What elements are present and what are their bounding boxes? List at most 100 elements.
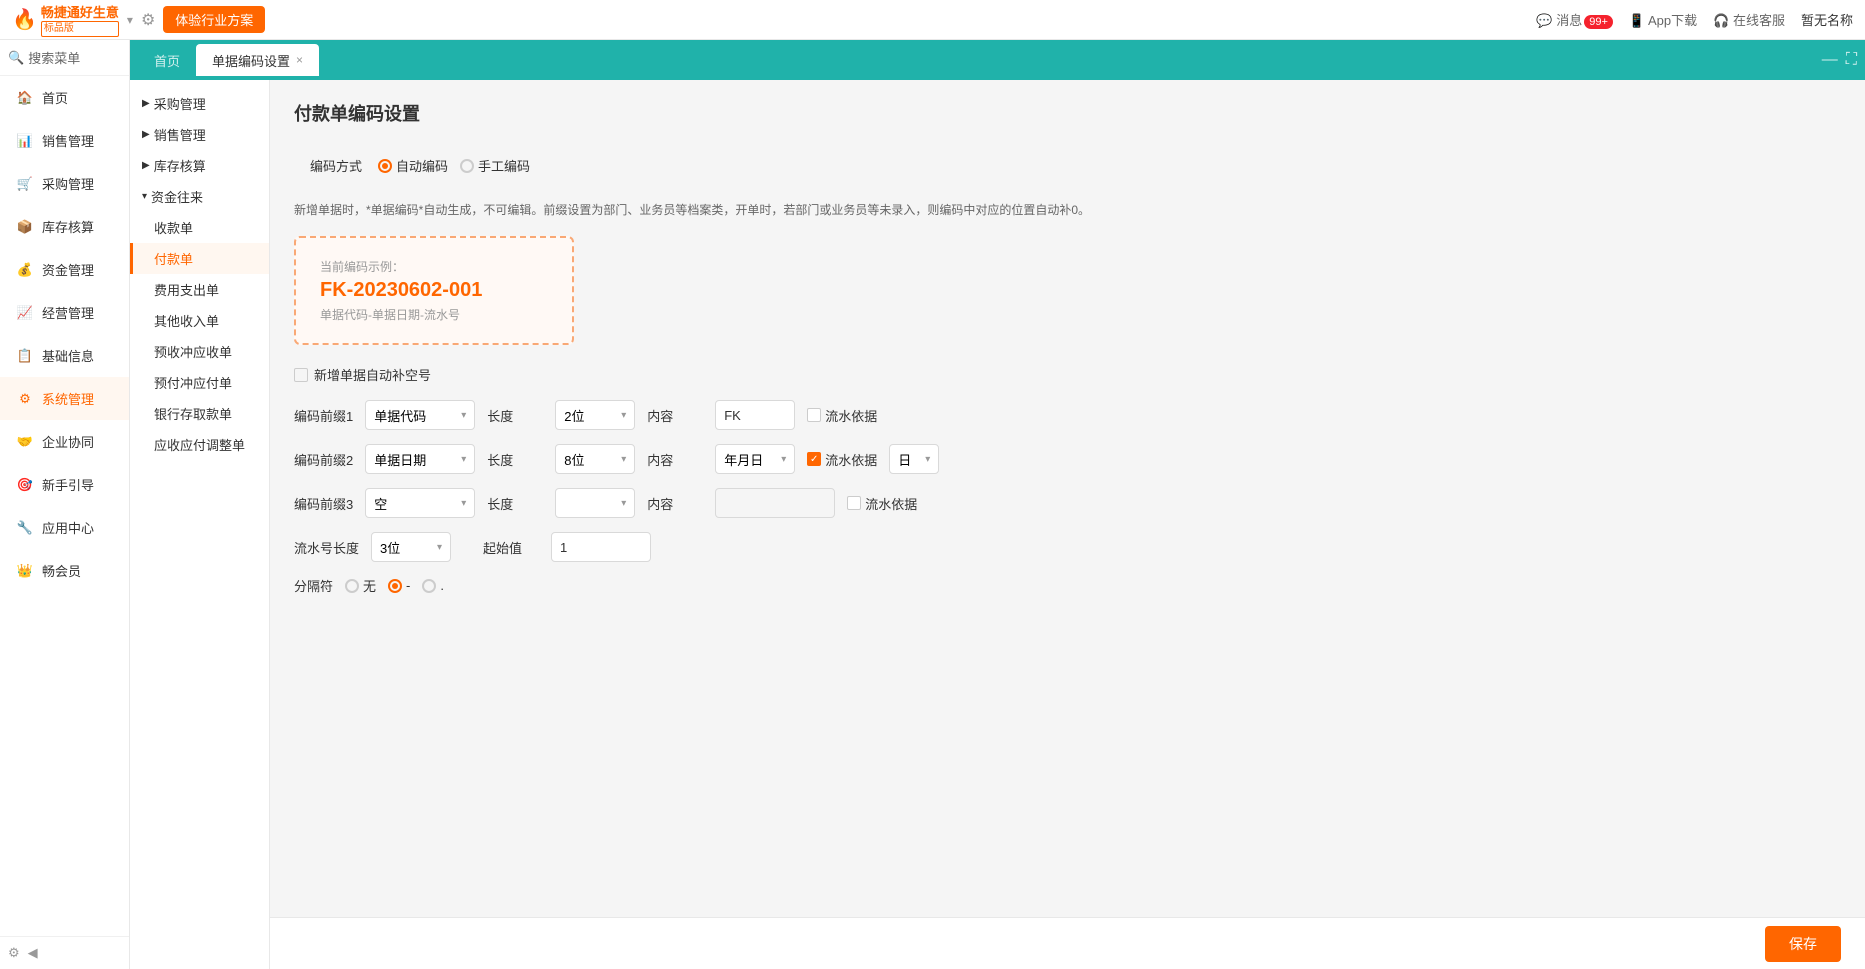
sidebar-item-sales[interactable]: 📊 销售管理 bbox=[0, 119, 129, 162]
sep-none-dot bbox=[345, 579, 359, 593]
stream2-checkbox[interactable]: ✓ bbox=[807, 452, 821, 466]
page-title: 付款单编码设置 bbox=[294, 100, 1841, 126]
subnav-prepay-pay[interactable]: 预付冲应付单 bbox=[130, 367, 269, 398]
sidebar-item-system[interactable]: ⚙ 系统管理 bbox=[0, 377, 129, 420]
subnav-stock[interactable]: ▶ 库存核算 bbox=[130, 150, 269, 181]
sales-icon: 📊 bbox=[16, 132, 34, 150]
fullscreen-tab-icon[interactable]: ⛶ bbox=[1846, 51, 1857, 69]
stream3-row: 流水依据 bbox=[847, 494, 917, 513]
operations-icon: 📈 bbox=[16, 304, 34, 322]
serial-row: 流水号长度 3位 ▾ 起始值 bbox=[294, 532, 1841, 562]
content-row: ▶ 采购管理 ▶ 销售管理 ▶ 库存核算 ▾ 资金往来 收款单 bbox=[130, 80, 1865, 969]
stream2-period-arrow: ▾ bbox=[925, 454, 930, 465]
subnav-purchase-arrow: ▶ bbox=[142, 98, 150, 109]
sidebar-item-capital[interactable]: 💰 资金管理 bbox=[0, 248, 129, 291]
auto-encoding-dot bbox=[378, 159, 392, 173]
prefix3-arrow: ▾ bbox=[461, 498, 466, 509]
sidebar-item-home[interactable]: 🏠 首页 bbox=[0, 76, 129, 119]
sidebar: 🔍 搜索菜单 🏠 首页 📊 销售管理 🛒 采购管理 📦 库存核算 💰 资金管理 … bbox=[0, 40, 130, 969]
auto-fill-checkbox[interactable] bbox=[294, 368, 308, 382]
subnav-funds[interactable]: ▾ 资金往来 bbox=[130, 181, 269, 212]
start-value-input[interactable] bbox=[551, 532, 651, 562]
sidebar-item-member[interactable]: 👑 畅会员 bbox=[0, 549, 129, 592]
prefix2-row: 编码前缀2 单据日期 ▾ 长度 8位 ▾ 内容 年月日 bbox=[294, 444, 1841, 474]
subnav-other-income[interactable]: 其他收入单 bbox=[130, 305, 269, 336]
capital-icon: 💰 bbox=[16, 261, 34, 279]
page-content: 付款单编码设置 编码方式 自动编码 手工编码 bbox=[270, 80, 1865, 917]
dropdown-icon[interactable]: ▾ bbox=[127, 13, 133, 27]
minimize-tab-icon[interactable]: — bbox=[1822, 51, 1838, 69]
sidebar-item-inventory[interactable]: 📦 库存核算 bbox=[0, 205, 129, 248]
app-download-btn[interactable]: 📱 App下载 bbox=[1629, 10, 1697, 29]
basic-icon: 📋 bbox=[16, 347, 34, 365]
sidebar-settings-icon[interactable]: ⚙ bbox=[8, 945, 20, 961]
subnav-sales[interactable]: ▶ 销售管理 bbox=[130, 119, 269, 150]
encoding-method-row: 编码方式 自动编码 手工编码 bbox=[294, 146, 1841, 185]
sidebar-item-guide[interactable]: 🎯 新手引导 bbox=[0, 463, 129, 506]
message-btn[interactable]: 💬 消息99+ bbox=[1536, 10, 1613, 29]
prefix3-select[interactable]: 空 ▾ bbox=[365, 488, 475, 518]
encoding-radio-group: 自动编码 手工编码 bbox=[378, 156, 530, 175]
brand-logo: 🔥 畅捷通好生意 标品版 bbox=[12, 2, 119, 37]
subnav-prepay-receive[interactable]: 预收冲应收单 bbox=[130, 336, 269, 367]
stream2-period-select[interactable]: 日 ▾ bbox=[889, 444, 939, 474]
tab-bar-right: — ⛶ bbox=[1822, 51, 1857, 69]
sidebar-collapse-icon[interactable]: ◀ bbox=[28, 945, 38, 961]
sep-dot-radio[interactable]: . bbox=[422, 578, 444, 593]
stream1-checkbox[interactable] bbox=[807, 408, 821, 422]
length3-select[interactable]: ▾ bbox=[555, 488, 635, 518]
prefix2-arrow: ▾ bbox=[461, 454, 466, 465]
save-button[interactable]: 保存 bbox=[1765, 926, 1841, 962]
tab-close-icon[interactable]: × bbox=[296, 53, 303, 67]
enterprise-icon: 🤝 bbox=[16, 433, 34, 451]
prefix1-select[interactable]: 单据代码 ▾ bbox=[365, 400, 475, 430]
online-service-btn[interactable]: 🎧 在线客服 bbox=[1713, 10, 1785, 29]
prefix2-select[interactable]: 单据日期 ▾ bbox=[365, 444, 475, 474]
content3-input[interactable] bbox=[715, 488, 835, 518]
sep-dash-dot bbox=[388, 579, 402, 593]
user-name[interactable]: 暂无名称 bbox=[1801, 10, 1853, 29]
separator-row: 分隔符 无 - . bbox=[294, 576, 1841, 595]
length2-select[interactable]: 8位 ▾ bbox=[555, 444, 635, 474]
home-icon: 🏠 bbox=[16, 89, 34, 107]
subnav-adjust[interactable]: 应收应付调整单 bbox=[130, 429, 269, 460]
subnav-payment[interactable]: 付款单 bbox=[130, 243, 269, 274]
serial-length-select[interactable]: 3位 ▾ bbox=[371, 532, 451, 562]
search-icon: 🔍 bbox=[8, 50, 24, 66]
tab-settings[interactable]: 单据编码设置 × bbox=[196, 44, 319, 76]
sidebar-item-purchase[interactable]: 🛒 采购管理 bbox=[0, 162, 129, 205]
sidebar-item-operations[interactable]: 📈 经营管理 bbox=[0, 291, 129, 334]
search-menu[interactable]: 🔍 搜索菜单 bbox=[0, 40, 129, 76]
top-bar-right: 💬 消息99+ 📱 App下载 🎧 在线客服 暂无名称 bbox=[1536, 10, 1853, 29]
sidebar-item-enterprise[interactable]: 🤝 企业协同 bbox=[0, 420, 129, 463]
info-text: 新增单据时，*单据编码*自动生成，不可编辑。前缀设置为部门、业务员等档案类，开单… bbox=[294, 201, 1841, 220]
system-icon: ⚙ bbox=[16, 390, 34, 408]
subnav-sales-arrow: ▶ bbox=[142, 129, 150, 140]
trial-button[interactable]: 体验行业方案 bbox=[163, 6, 265, 33]
length1-select[interactable]: 2位 ▾ bbox=[555, 400, 635, 430]
content2-select[interactable]: 年月日 ▾ bbox=[715, 444, 795, 474]
content2-arrow: ▾ bbox=[781, 454, 786, 465]
stream3-checkbox[interactable] bbox=[847, 496, 861, 510]
auto-encoding-radio[interactable]: 自动编码 bbox=[378, 156, 448, 175]
subnav-funds-arrow: ▾ bbox=[142, 191, 147, 202]
sep-dot-dot bbox=[422, 579, 436, 593]
content1-input[interactable] bbox=[715, 400, 795, 430]
sidebar-item-apps[interactable]: 🔧 应用中心 bbox=[0, 506, 129, 549]
subnav-receipt[interactable]: 收款单 bbox=[130, 212, 269, 243]
sidebar-item-basic[interactable]: 📋 基础信息 bbox=[0, 334, 129, 377]
top-bar: 🔥 畅捷通好生意 标品版 ▾ ⚙ 体验行业方案 💬 消息99+ 📱 App下载 … bbox=[0, 0, 1865, 40]
subnav-expense[interactable]: 费用支出单 bbox=[130, 274, 269, 305]
tab-home[interactable]: 首页 bbox=[138, 44, 196, 76]
preview-box: 当前编码示例： FK-20230602-001 单据代码-单据日期-流水号 bbox=[294, 236, 574, 345]
length3-arrow: ▾ bbox=[621, 498, 626, 509]
serial-length-arrow: ▾ bbox=[437, 542, 442, 553]
manual-encoding-radio[interactable]: 手工编码 bbox=[460, 156, 530, 175]
stream1-row: 流水依据 bbox=[807, 406, 877, 425]
settings-icon[interactable]: ⚙ bbox=[141, 10, 155, 30]
sep-none-radio[interactable]: 无 bbox=[345, 576, 376, 595]
subnav-purchase[interactable]: ▶ 采购管理 bbox=[130, 88, 269, 119]
subnav-bank-deposit[interactable]: 银行存取款单 bbox=[130, 398, 269, 429]
member-icon: 👑 bbox=[16, 562, 34, 580]
sep-dash-radio[interactable]: - bbox=[388, 578, 410, 593]
